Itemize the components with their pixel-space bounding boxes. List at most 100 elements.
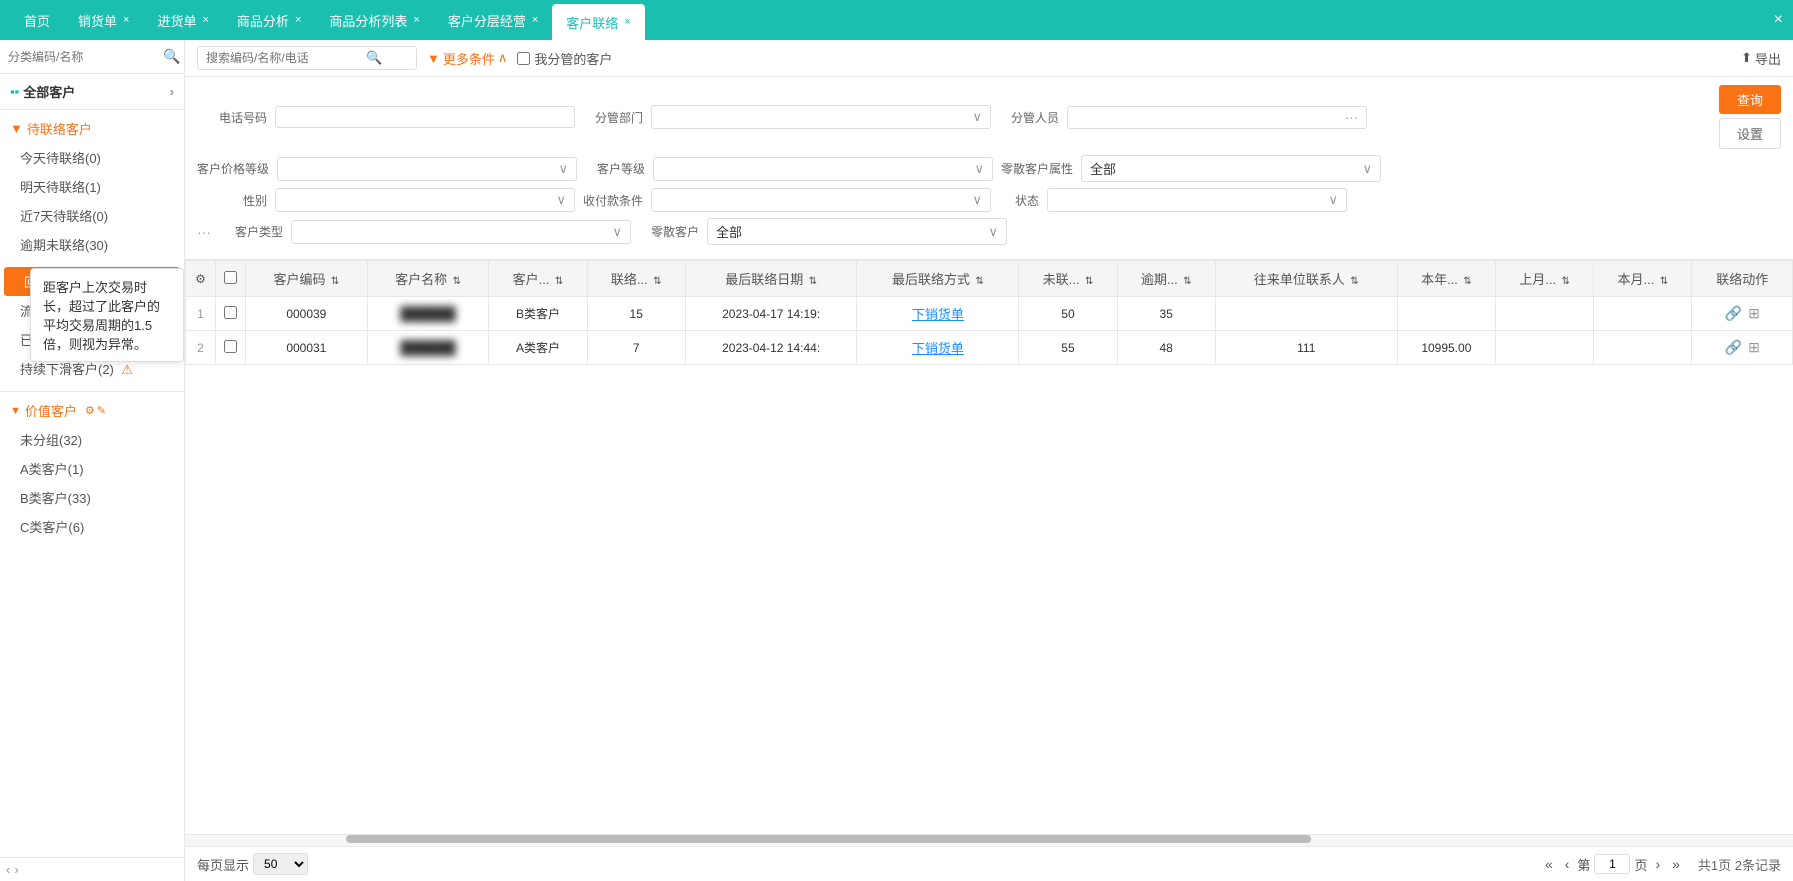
first-page-button[interactable]: « <box>1541 854 1557 874</box>
row1-link-icon[interactable]: 🔗 <box>1725 305 1742 322</box>
th-settings[interactable]: ⚙ <box>186 261 216 297</box>
th-code[interactable]: 客户编码 ⇅ <box>246 261 368 297</box>
row2-last-method[interactable]: 下销货单 <box>857 331 1019 365</box>
select-all-checkbox[interactable] <box>224 271 237 284</box>
customer-type-label: 客户类型 <box>223 223 283 240</box>
value-settings-icon[interactable]: ⚙ <box>85 404 95 417</box>
row1-grid-icon[interactable]: ⊞ <box>1748 305 1760 322</box>
sidebar-bottom-arrow-right[interactable]: › <box>14 862 18 877</box>
nav-tab-purchase[interactable]: 进货单 × <box>143 0 222 40</box>
retail-attr-select[interactable]: 全部 ∨ <box>1081 155 1381 182</box>
customer-level-select[interactable]: ∨ <box>653 157 993 181</box>
sidebar-item-7days[interactable]: 近7天待联络(0) <box>0 201 184 230</box>
th-last-contact-date[interactable]: 最后联络日期 ⇅ <box>685 261 857 297</box>
retail-customer-arrow-icon: ∨ <box>988 224 998 240</box>
th-this-year[interactable]: 本年... ⇅ <box>1397 261 1495 297</box>
nav-tab-analysis[interactable]: 商品分析 × <box>223 0 315 40</box>
th-last-month[interactable]: 上月... ⇅ <box>1495 261 1593 297</box>
sidebar-value-header[interactable]: ▼ 价值客户 ⚙ ✎ <box>0 396 184 425</box>
close-analysis-tab[interactable]: × <box>295 14 301 26</box>
person-label: 分管人员 <box>999 109 1059 126</box>
row1-checkbox[interactable] <box>224 306 237 319</box>
th-name[interactable]: 客户名称 ⇅ <box>367 261 489 297</box>
row2-link-icon[interactable]: 🔗 <box>1725 339 1742 356</box>
retail-customer-select[interactable]: 全部 ∨ <box>707 218 1007 245</box>
th-overdue[interactable]: 逾期... ⇅ <box>1117 261 1215 297</box>
sidebar-bottom-arrow-left[interactable]: ‹ <box>6 862 10 877</box>
overdue-sort-icon: ⇅ <box>1183 276 1191 287</box>
row2-code: 000031 <box>246 331 368 365</box>
nav-tab-customer-tier[interactable]: 客户分层经营 × <box>434 0 552 40</box>
sidebar-item-overdue[interactable]: 逾期未联络(30) <box>0 230 184 259</box>
th-last-contact-method[interactable]: 最后联络方式 ⇅ <box>857 261 1019 297</box>
th-contact-count[interactable]: 联络... ⇅ <box>587 261 685 297</box>
next-page-button[interactable]: › <box>1651 854 1664 874</box>
payment-select[interactable]: ∨ <box>651 188 991 212</box>
prev-page-button[interactable]: ‹ <box>1561 854 1574 874</box>
th-this-month[interactable]: 本月... ⇅ <box>1594 261 1692 297</box>
filter-row-2: 客户价格等级 ∨ 客户等级 ∨ 零散客户属性 全部 ∨ <box>197 155 1781 182</box>
person-sort-icon: ⇅ <box>1350 276 1358 287</box>
th-uncontact[interactable]: 未联... ⇅ <box>1019 261 1117 297</box>
sidebar-item-ungroup[interactable]: 未分组(32) <box>0 425 184 454</box>
th-checkbox[interactable] <box>216 261 246 297</box>
sidebar-pending-header[interactable]: ▼ 待联络客户 <box>0 114 184 143</box>
horizontal-scrollbar[interactable] <box>185 834 1793 846</box>
sidebar-collapse-icon[interactable]: › <box>170 84 174 99</box>
close-customer-tier-tab[interactable]: × <box>532 14 538 26</box>
row2-name: ██████ <box>367 331 489 365</box>
close-customer-contact-tab[interactable]: × <box>624 16 630 28</box>
sidebar-item-a-class[interactable]: A类客户(1) <box>0 454 184 483</box>
filter-area: 电话号码 分管部门 ∨ 分管人员 ··· 查询 设置 客户价 <box>185 77 1793 260</box>
price-level-select[interactable]: ∨ <box>277 157 577 181</box>
close-all-tabs[interactable]: × <box>1774 11 1783 29</box>
dots-icon[interactable]: ··· <box>197 224 211 240</box>
row2-type: A类客户 <box>489 331 587 365</box>
sidebar-item-today[interactable]: 今天待联络(0) <box>0 143 184 172</box>
sidebar-search-input[interactable] <box>8 50 163 64</box>
export-button[interactable]: ⬆ 导出 <box>1741 49 1781 68</box>
date-sort-icon: ⇅ <box>809 276 817 287</box>
my-customer-checkbox-label[interactable]: 我分管的客户 <box>517 49 612 68</box>
nav-tab-customer-contact[interactable]: 客户联络 × <box>552 4 644 40</box>
row2-this-month <box>1594 331 1692 365</box>
toolbar-search-input[interactable] <box>206 51 366 65</box>
close-sales-tab[interactable]: × <box>123 14 129 26</box>
scrollbar-thumb[interactable] <box>346 835 1311 843</box>
dept-select[interactable]: ∨ <box>651 105 991 129</box>
sidebar-item-b-class[interactable]: B类客户(33) <box>0 483 184 512</box>
nav-tab-analysis-list[interactable]: 商品分析列表 × <box>315 0 433 40</box>
nav-tab-home[interactable]: 首页 <box>10 0 64 40</box>
payment-label: 收付款条件 <box>583 192 643 209</box>
row1-last-method[interactable]: 下销货单 <box>857 297 1019 331</box>
toolbar-search-icon[interactable]: 🔍 <box>366 50 382 66</box>
sidebar-item-c-class[interactable]: C类客户(6) <box>0 512 184 541</box>
page-number-input[interactable] <box>1594 854 1630 874</box>
gender-arrow-icon: ∨ <box>556 192 566 208</box>
query-button[interactable]: 查询 <box>1719 85 1781 114</box>
status-select[interactable]: ∨ <box>1047 188 1347 212</box>
value-edit-icon[interactable]: ✎ <box>97 404 106 417</box>
close-purchase-tab[interactable]: × <box>202 14 208 26</box>
customer-type-select[interactable]: ∨ <box>291 220 631 244</box>
my-customer-checkbox[interactable] <box>517 52 530 65</box>
toolbar-search-box: 🔍 <box>197 46 417 70</box>
settings-button[interactable]: 设置 <box>1719 118 1781 149</box>
row2-checkbox[interactable] <box>224 340 237 353</box>
row2-grid-icon[interactable]: ⊞ <box>1748 339 1760 356</box>
phone-input[interactable] <box>275 106 575 128</box>
th-customer-type[interactable]: 客户... ⇅ <box>489 261 587 297</box>
status-arrow-icon: ∨ <box>1329 192 1339 208</box>
person-select[interactable]: ··· <box>1067 106 1367 129</box>
nav-tab-sales[interactable]: 销货单 × <box>64 0 143 40</box>
th-contact-person[interactable]: 往来单位联系人 ⇅ <box>1215 261 1397 297</box>
sidebar-item-tomorrow[interactable]: 明天待联络(1) <box>0 172 184 201</box>
last-page-button[interactable]: » <box>1668 854 1684 874</box>
gender-label: 性别 <box>197 192 267 209</box>
more-conditions-btn[interactable]: ▼ 更多条件 ∧ <box>427 49 507 68</box>
per-page-select[interactable]: 50 20 100 <box>253 853 308 875</box>
gender-select[interactable]: ∨ <box>275 188 575 212</box>
sidebar-all-customers[interactable]: ▪▪ 全部客户 › <box>0 74 184 110</box>
close-analysis-list-tab[interactable]: × <box>413 14 419 26</box>
retail-attr-label: 零散客户属性 <box>1001 160 1073 177</box>
